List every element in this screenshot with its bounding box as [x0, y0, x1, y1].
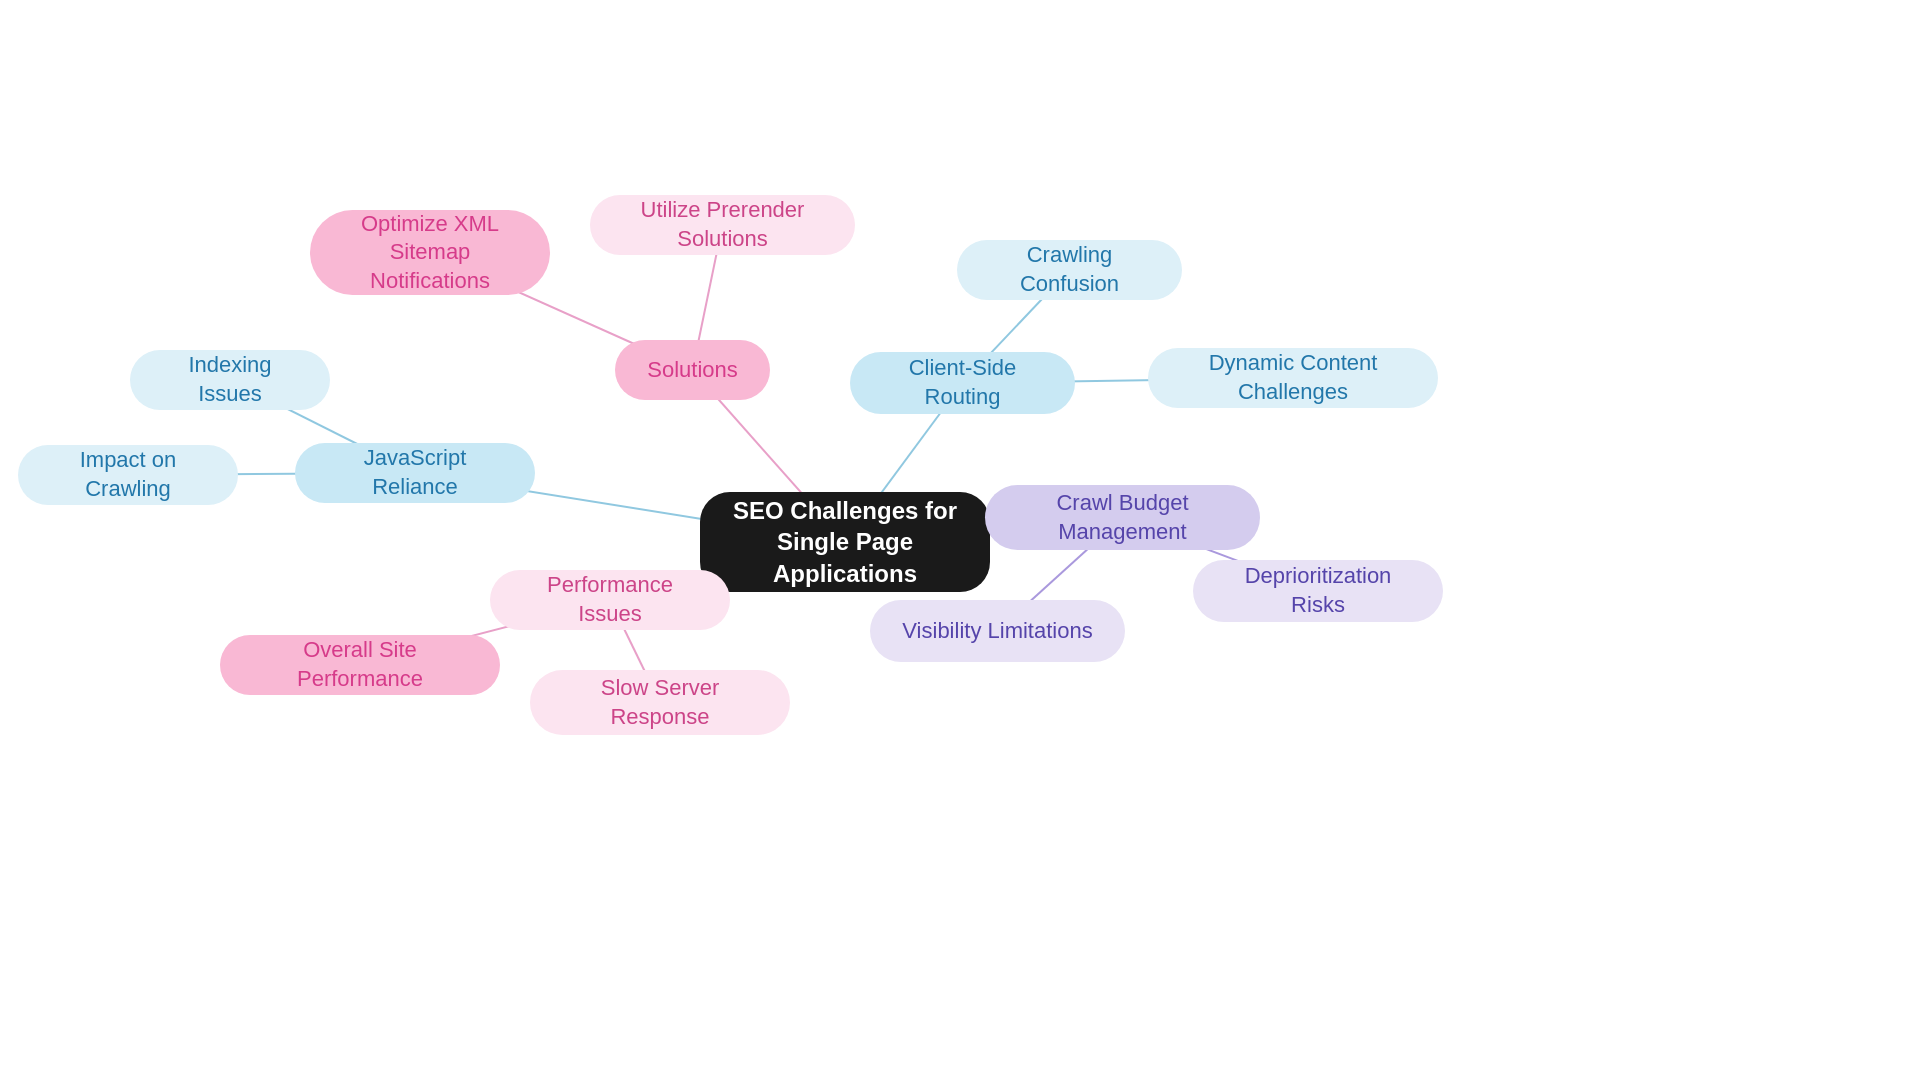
- client-side-routing-node[interactable]: Client-Side Routing: [850, 352, 1075, 414]
- dynamic-content-challenges-node[interactable]: Dynamic Content Challenges: [1148, 348, 1438, 408]
- utilize-prerender-node[interactable]: Utilize Prerender Solutions: [590, 195, 855, 255]
- slow-server-response-node[interactable]: Slow Server Response: [530, 670, 790, 735]
- overall-site-performance-node[interactable]: Overall Site Performance: [220, 635, 500, 695]
- crawl-budget-management-node[interactable]: Crawl Budget Management: [985, 485, 1260, 550]
- indexing-issues-node[interactable]: Indexing Issues: [130, 350, 330, 410]
- crawling-confusion-node[interactable]: Crawling Confusion: [957, 240, 1182, 300]
- solutions-node[interactable]: Solutions: [615, 340, 770, 400]
- javascript-reliance-node[interactable]: JavaScript Reliance: [295, 443, 535, 503]
- optimize-xml-node[interactable]: Optimize XML Sitemap Notifications: [310, 210, 550, 295]
- impact-on-crawling-node[interactable]: Impact on Crawling: [18, 445, 238, 505]
- performance-issues-node[interactable]: Performance Issues: [490, 570, 730, 630]
- center-node[interactable]: SEO Challenges for Single Page Applicati…: [700, 492, 990, 592]
- deprioritization-risks-node[interactable]: Deprioritization Risks: [1193, 560, 1443, 622]
- visibility-limitations-node[interactable]: Visibility Limitations: [870, 600, 1125, 662]
